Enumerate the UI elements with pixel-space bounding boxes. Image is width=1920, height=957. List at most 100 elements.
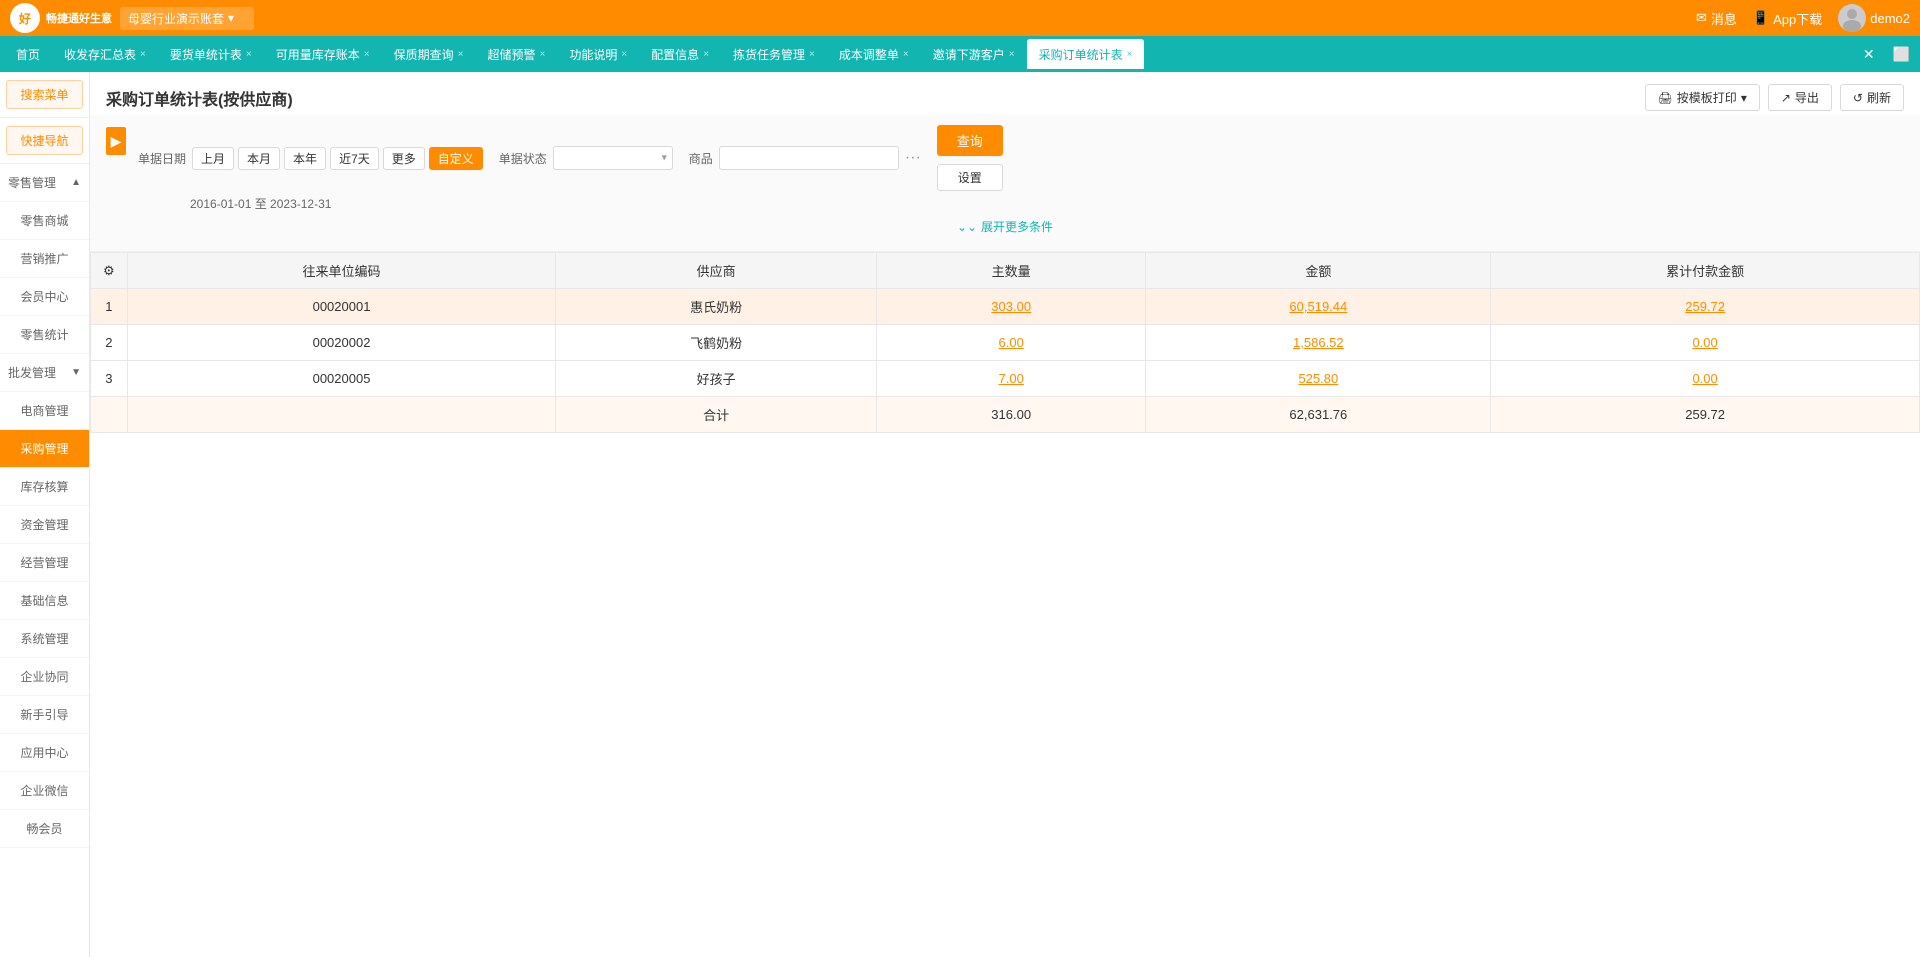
sidebar-item-marketing[interactable]: 营销推广: [0, 240, 89, 278]
sidebar-item-retail-mall[interactable]: 零售商城: [0, 202, 89, 240]
sidebar-item-member-pro[interactable]: 畅会员: [0, 810, 89, 848]
table-area: ⚙ 往来单位编码 供应商 主数量 金额 累计付款金额 1 00020001 惠氏…: [90, 252, 1920, 957]
sidebar-item-enterprise[interactable]: 企业协同: [0, 658, 89, 696]
close-gongneng-icon[interactable]: ×: [621, 49, 627, 60]
sidebar-item-purchase[interactable]: 采购管理: [0, 430, 89, 468]
date-shortcuts: 上月 本月 本年 近7天 更多 自定义: [192, 147, 483, 170]
expand-more-label: 展开更多条件: [981, 218, 1053, 235]
close-keyongliang-icon[interactable]: ×: [364, 49, 370, 60]
close-yaoqing-icon[interactable]: ×: [1009, 49, 1015, 60]
paid-link[interactable]: 0.00: [1692, 335, 1717, 350]
quick-nav-btn[interactable]: 快捷导航: [6, 126, 83, 155]
amount-link[interactable]: 525.80: [1298, 371, 1338, 386]
export-label: 导出: [1795, 89, 1819, 106]
amount-link[interactable]: 60,519.44: [1289, 299, 1347, 314]
close-peizhi-icon[interactable]: ×: [703, 49, 709, 60]
tab-baozhi[interactable]: 保质期查询 ×: [382, 39, 476, 69]
more-options-icon[interactable]: ···: [905, 149, 921, 167]
close-yaohuo-icon[interactable]: ×: [246, 49, 252, 60]
footer-quantity: 316.00: [876, 397, 1146, 433]
sidebar-item-newbie[interactable]: 新手引导: [0, 696, 89, 734]
quantity-link[interactable]: 303.00: [991, 299, 1031, 314]
status-select[interactable]: [553, 146, 673, 170]
close-all-tabs-btn[interactable]: ✕: [1857, 44, 1881, 65]
sidebar-item-inventory[interactable]: 库存核算: [0, 468, 89, 506]
sidebar-item-wechat[interactable]: 企业微信: [0, 772, 89, 810]
filter-area: ▶ 单据日期 上月 本月 本年 近7天 更多 自定义: [90, 115, 1920, 252]
sidebar-item-ecommerce[interactable]: 电商管理: [0, 392, 89, 430]
shortcut-custom[interactable]: 自定义: [429, 147, 483, 170]
main-layout: 搜索菜单 快捷导航 零售管理 ▲ 零售商城 营销推广 会员中心 零售统计 批发管…: [0, 72, 1920, 957]
workspace-selector[interactable]: 母婴行业演示账套 ▾: [120, 7, 254, 30]
footer-empty: [91, 397, 128, 433]
sidebar-item-label: 系统管理: [20, 630, 68, 647]
settings-gear-icon[interactable]: ⚙: [103, 263, 115, 278]
shortcut-7days[interactable]: 近7天: [330, 147, 379, 170]
sidebar-item-finance[interactable]: 资金管理: [0, 506, 89, 544]
tab-chengben[interactable]: 成本调整单 ×: [827, 39, 921, 69]
goods-input[interactable]: [719, 146, 899, 170]
expand-more-area: ⌄⌄ 展开更多条件: [106, 212, 1904, 241]
col-supplier-header: 供应商: [556, 253, 877, 289]
row-paid: 259.72: [1491, 289, 1920, 325]
shortcut-this-year[interactable]: 本年: [284, 147, 326, 170]
sidebar-item-member[interactable]: 会员中心: [0, 278, 89, 316]
search-menu-btn[interactable]: 搜索菜单: [6, 80, 83, 109]
sidebar-item-retail-mgmt[interactable]: 零售管理 ▲: [0, 164, 89, 202]
sidebar-item-basic-info[interactable]: 基础信息: [0, 582, 89, 620]
collapse-filter-btn[interactable]: ▶: [106, 127, 126, 155]
sidebar-item-app-center[interactable]: 应用中心: [0, 734, 89, 772]
message-btn[interactable]: ✉ 消息: [1696, 9, 1737, 28]
shortcut-more[interactable]: 更多: [383, 147, 425, 170]
shortcut-last-month[interactable]: 上月: [192, 147, 234, 170]
tab-peizhi[interactable]: 配置信息 ×: [639, 39, 721, 69]
sidebar-item-label: 应用中心: [20, 744, 68, 761]
close-shoufacun-icon[interactable]: ×: [140, 49, 146, 60]
data-table: ⚙ 往来单位编码 供应商 主数量 金额 累计付款金额 1 00020001 惠氏…: [90, 252, 1920, 433]
expand-more-btn[interactable]: ⌄⌄ 展开更多条件: [957, 218, 1053, 235]
quantity-link[interactable]: 7.00: [999, 371, 1024, 386]
row-index: 3: [91, 361, 128, 397]
close-baozhi-icon[interactable]: ×: [458, 49, 464, 60]
tab-home-label: 首页: [16, 46, 40, 63]
sidebar-search-area: 搜索菜单: [0, 72, 89, 118]
tab-caigou[interactable]: 采购订单统计表 ×: [1027, 39, 1145, 69]
export-btn[interactable]: ↗ 导出: [1768, 84, 1832, 111]
footer-row: 合计 316.00 62,631.76 259.72: [91, 397, 1920, 433]
maximize-btn[interactable]: ⬜: [1887, 44, 1916, 65]
tab-yaohuo[interactable]: 要货单统计表 ×: [158, 39, 264, 69]
row-amount: 525.80: [1146, 361, 1491, 397]
sidebar-item-operations[interactable]: 经营管理: [0, 544, 89, 582]
sidebar-item-retail-stats[interactable]: 零售统计: [0, 316, 89, 354]
app-download-btn[interactable]: 📱 App下载: [1753, 9, 1822, 28]
sidebar-item-label: 采购管理: [20, 440, 68, 457]
quantity-link[interactable]: 6.00: [999, 335, 1024, 350]
close-chaochu-icon[interactable]: ×: [539, 49, 545, 60]
amount-link[interactable]: 1,586.52: [1293, 335, 1344, 350]
tab-gongneng-label: 功能说明: [569, 46, 617, 63]
query-btn[interactable]: 查询: [937, 125, 1003, 156]
close-caigou-icon[interactable]: ×: [1127, 49, 1133, 60]
tab-chaochu[interactable]: 超储预警 ×: [475, 39, 557, 69]
table-row: 1 00020001 惠氏奶粉 303.00 60,519.44 259.72: [91, 289, 1920, 325]
tab-baozhi-label: 保质期查询: [394, 46, 454, 63]
expand-arrow-icon: ▲: [71, 177, 81, 188]
shortcut-this-month[interactable]: 本月: [238, 147, 280, 170]
user-area[interactable]: demo2: [1838, 4, 1910, 32]
tab-yaoqing[interactable]: 邀请下游客户 ×: [921, 39, 1027, 69]
sidebar-item-wholesale[interactable]: 批发管理 ▼: [0, 354, 89, 392]
tab-jianhuo[interactable]: 拣货任务管理 ×: [721, 39, 827, 69]
refresh-btn[interactable]: ↺ 刷新: [1840, 84, 1904, 111]
settings-btn[interactable]: 设置: [937, 164, 1003, 191]
close-chengben-icon[interactable]: ×: [903, 49, 909, 60]
close-jianhuo-icon[interactable]: ×: [809, 49, 815, 60]
tab-gongneng[interactable]: 功能说明 ×: [557, 39, 639, 69]
paid-link[interactable]: 0.00: [1692, 371, 1717, 386]
tab-shoufacun[interactable]: 收发存汇总表 ×: [52, 39, 158, 69]
sidebar-item-system[interactable]: 系统管理: [0, 620, 89, 658]
paid-link[interactable]: 259.72: [1685, 299, 1725, 314]
tab-home[interactable]: 首页: [4, 39, 52, 69]
tab-keyongliang[interactable]: 可用量库存账本 ×: [264, 39, 382, 69]
sidebar-item-label: 畅会员: [26, 820, 62, 837]
print-btn[interactable]: 🖨 按模板打印 ▾: [1645, 84, 1760, 111]
